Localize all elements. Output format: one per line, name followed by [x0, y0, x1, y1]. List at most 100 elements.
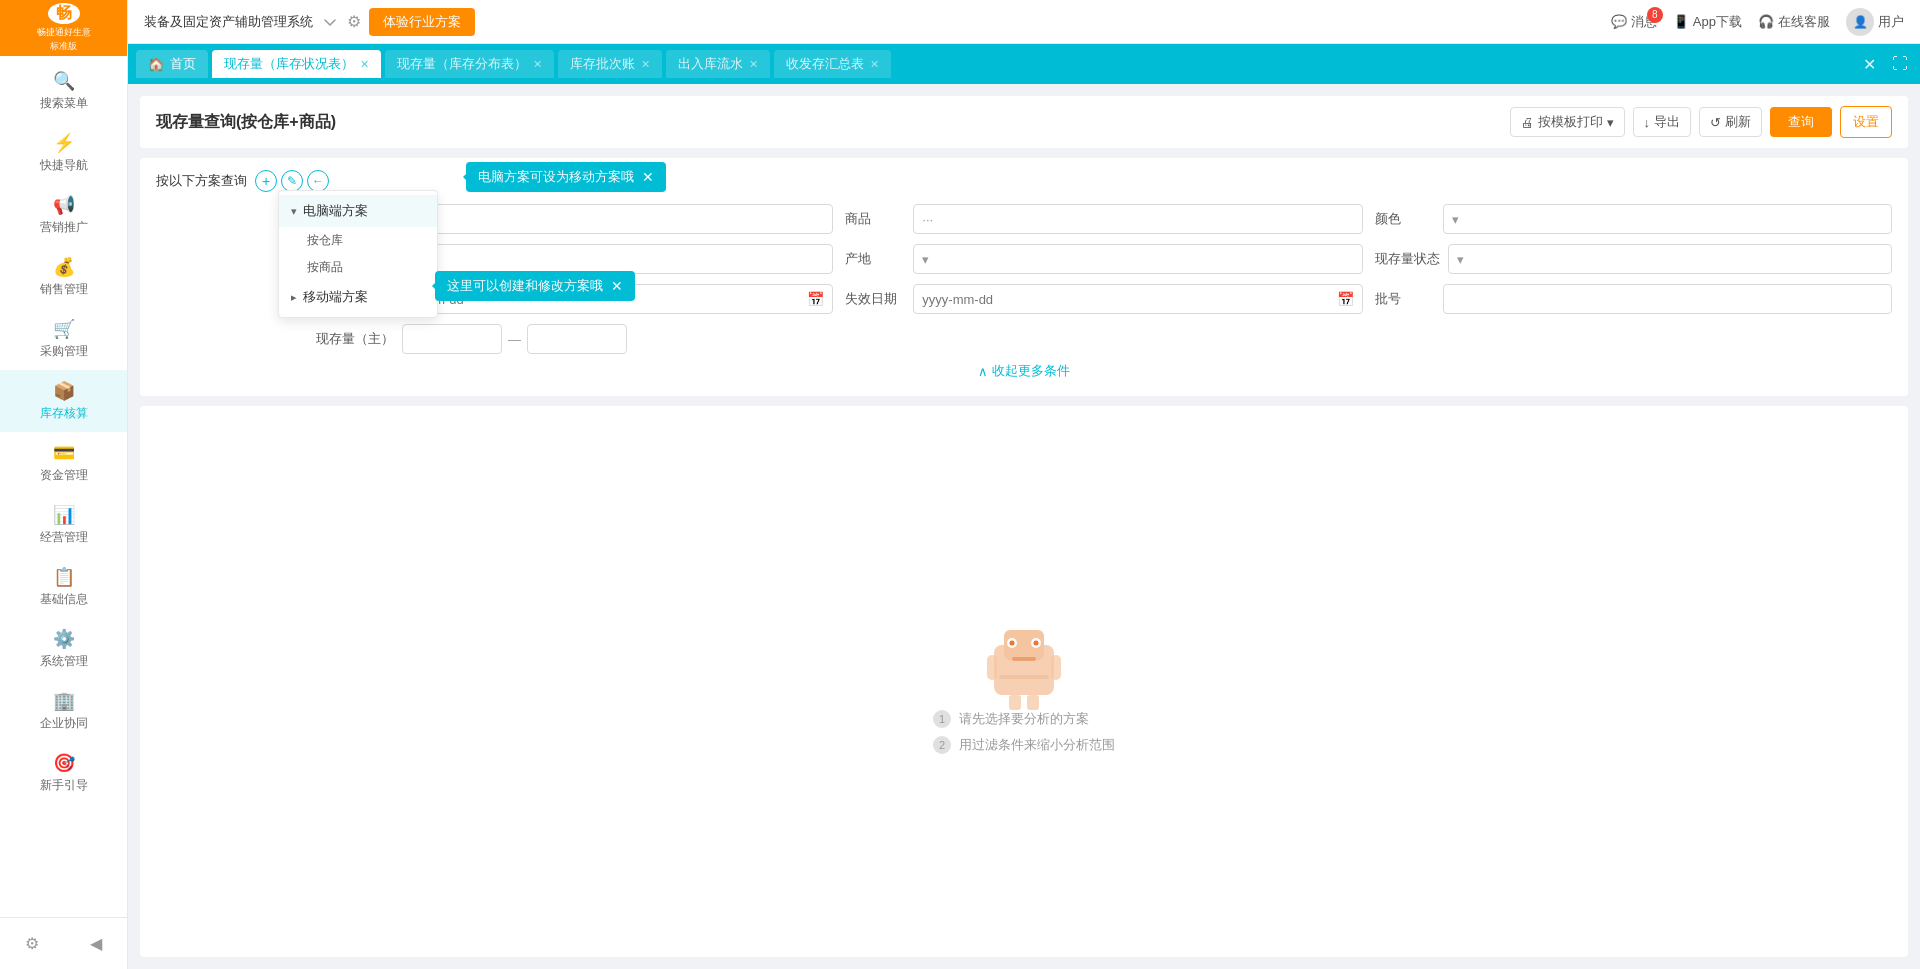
tab-home[interactable]: 🏠 首页 [136, 50, 208, 78]
back-scheme-btn[interactable]: ← [307, 170, 329, 192]
phone-icon: 📱 [1673, 14, 1689, 29]
tab-inventory-status-close[interactable]: ✕ [360, 58, 369, 71]
sidebar-item-search[interactable]: 🔍 搜索菜单 [0, 60, 127, 122]
tip-1-text: 请先选择要分析的方案 [959, 710, 1089, 728]
sidebar-item-enterprise[interactable]: 🏢 企业协同 [0, 680, 127, 742]
building-icon: 🏢 [53, 690, 75, 712]
sidebar-item-marketing[interactable]: 📢 营销推广 [0, 184, 127, 246]
search-icon: 🔍 [53, 70, 75, 92]
tab-inventory-dist[interactable]: 现存量（库存分布表） ✕ [385, 50, 554, 78]
message-icon: 💬 [1611, 14, 1627, 29]
setting-btn[interactable]: 设置 [1840, 106, 1892, 138]
range-dash: — [508, 332, 521, 347]
dropdown-icon[interactable] [321, 13, 339, 31]
scheme-panel-item-mobile[interactable]: ▸ 移动端方案 [279, 281, 437, 313]
stock-main-from[interactable] [402, 324, 502, 354]
tab-batch-close[interactable]: ✕ [641, 58, 650, 71]
warehouse-select[interactable]: ··· [384, 204, 833, 234]
tab-receive-close[interactable]: ✕ [870, 58, 879, 71]
search-btn[interactable]: 查询 [1770, 107, 1832, 137]
batch-input[interactable] [1443, 284, 1892, 314]
color-chevron: ▾ [1452, 212, 1459, 227]
print-btn[interactable]: 🖨 按模板打印 ▾ [1510, 107, 1625, 137]
calendar-icon-produce[interactable]: 📅 [807, 291, 824, 307]
sidebar-item-operation[interactable]: 📊 经营管理 [0, 494, 127, 556]
megaphone-icon: 📢 [53, 194, 75, 216]
filter-field-goods: 商品 ··· [845, 204, 1362, 234]
pc-scheme-tooltip: 电脑方案可设为移动方案哦 ✕ [466, 162, 666, 192]
stock-status-chevron: ▾ [1457, 252, 1464, 267]
expire-date-input[interactable] [922, 292, 1332, 307]
tab-inventory-status[interactable]: 现存量（库存状况表） ✕ [212, 50, 381, 78]
goods-dots: ··· [922, 212, 933, 227]
filter-row-2: 尺码 ▾ 产地 ▾ 现存量状态 ▾ [316, 244, 1892, 274]
tab-inout-close[interactable]: ✕ [749, 58, 758, 71]
sidebar-item-sales[interactable]: 💰 销售管理 [0, 246, 127, 308]
online-service-item[interactable]: 🎧 在线客服 [1758, 13, 1830, 31]
fullscreen-btn[interactable]: ⛶ [1888, 51, 1912, 78]
calendar-icon-expire[interactable]: 📅 [1337, 291, 1354, 307]
sidebar-item-guide[interactable]: 🎯 新手引导 [0, 742, 127, 804]
empty-tip-2: 2 用过滤条件来缩小分析范围 [933, 736, 1115, 754]
filter-header: 按以下方案查询 + ✎ ← 电脑方案可设为移动方案哦 ✕ [156, 170, 1892, 192]
export-icon: ↓ [1644, 115, 1651, 130]
version-badge: 标准版 [50, 40, 77, 53]
sidebar-item-basic[interactable]: 📋 基础信息 [0, 556, 127, 618]
goods-select[interactable]: ··· [913, 204, 1362, 234]
export-btn[interactable]: ↓ 导出 [1633, 107, 1692, 137]
printer-icon: 🖨 [1521, 115, 1534, 130]
message-item[interactable]: 💬 8 消息 [1611, 13, 1657, 31]
sidebar-item-quicknav[interactable]: ⚡ 快捷导航 [0, 122, 127, 184]
sidebar-footer: ⚙ ◀ [0, 917, 127, 969]
size-select[interactable]: ▾ [384, 244, 833, 274]
settings-footer-btn[interactable]: ⚙ [21, 930, 43, 957]
stock-main-to[interactable] [527, 324, 627, 354]
header-right: 💬 8 消息 📱 App下载 🎧 在线客服 👤 用户 [1611, 8, 1904, 36]
origin-label: 产地 [845, 250, 905, 268]
stock-status-select[interactable]: ▾ [1448, 244, 1892, 274]
headset-icon: 🎧 [1758, 14, 1774, 29]
sidebar-item-inventory[interactable]: 📦 库存核算 [0, 370, 127, 432]
tab-inout-flow[interactable]: 出入库流水 ✕ [666, 50, 770, 78]
settings-icon[interactable]: ⚙ [347, 12, 361, 31]
pc-scheme-tooltip-close[interactable]: ✕ [642, 169, 654, 185]
tab-inout-flow-label: 出入库流水 [678, 55, 743, 73]
content-area: 现存量查询(按仓库+商品) 🖨 按模板打印 ▾ ↓ 导出 ↺ 刷新 查询 设置 [128, 84, 1920, 969]
collapse-text: 收起更多条件 [992, 362, 1070, 380]
expire-date-input-wrap[interactable]: 📅 [913, 284, 1362, 314]
sidebar-item-finance[interactable]: 💳 资金管理 [0, 432, 127, 494]
scheme-panel-item-pc[interactable]: ▾ 电脑端方案 [279, 195, 437, 227]
user-item[interactable]: 👤 用户 [1846, 8, 1904, 36]
sidebar-item-purchase-label: 采购管理 [40, 343, 88, 360]
edit-scheme-btn[interactable]: ✎ [281, 170, 303, 192]
batch-label: 批号 [1375, 290, 1435, 308]
collapse-bar[interactable]: ∧ 收起更多条件 [156, 354, 1892, 384]
tab-inventory-dist-close[interactable]: ✕ [533, 58, 542, 71]
svg-rect-7 [987, 655, 997, 680]
create-scheme-tooltip-close[interactable]: ✕ [611, 278, 623, 294]
tip-num-2: 2 [933, 736, 951, 754]
sidebar-item-operation-label: 经营管理 [40, 529, 88, 546]
svg-rect-9 [1009, 695, 1021, 710]
svg-point-5 [1034, 640, 1039, 645]
tab-home-label: 首页 [170, 55, 196, 73]
sidebar-item-enterprise-label: 企业协同 [40, 715, 88, 732]
app-download-item[interactable]: 📱 App下载 [1673, 13, 1742, 31]
close-tab-btn[interactable]: ✕ [1859, 51, 1880, 78]
add-scheme-btn[interactable]: + [255, 170, 277, 192]
collapse-sidebar-btn[interactable]: ◀ [86, 930, 106, 957]
scheme-subitem-warehouse[interactable]: 按仓库 [279, 227, 437, 254]
sidebar-item-search-label: 搜索菜单 [40, 95, 88, 112]
flash-icon: ⚡ [53, 132, 75, 154]
industry-plan-button[interactable]: 体验行业方案 [369, 8, 475, 36]
sidebar-item-purchase[interactable]: 🛒 采购管理 [0, 308, 127, 370]
empty-illustration [974, 610, 1074, 710]
tab-receive-summary[interactable]: 收发存汇总表 ✕ [774, 50, 891, 78]
color-select[interactable]: ▾ [1443, 204, 1892, 234]
chart-icon: 📊 [53, 504, 75, 526]
sidebar-item-system[interactable]: ⚙️ 系统管理 [0, 618, 127, 680]
scheme-subitem-goods[interactable]: 按商品 [279, 254, 437, 281]
tab-batch-account[interactable]: 库存批次账 ✕ [558, 50, 662, 78]
refresh-btn[interactable]: ↺ 刷新 [1699, 107, 1762, 137]
origin-select[interactable]: ▾ [913, 244, 1362, 274]
